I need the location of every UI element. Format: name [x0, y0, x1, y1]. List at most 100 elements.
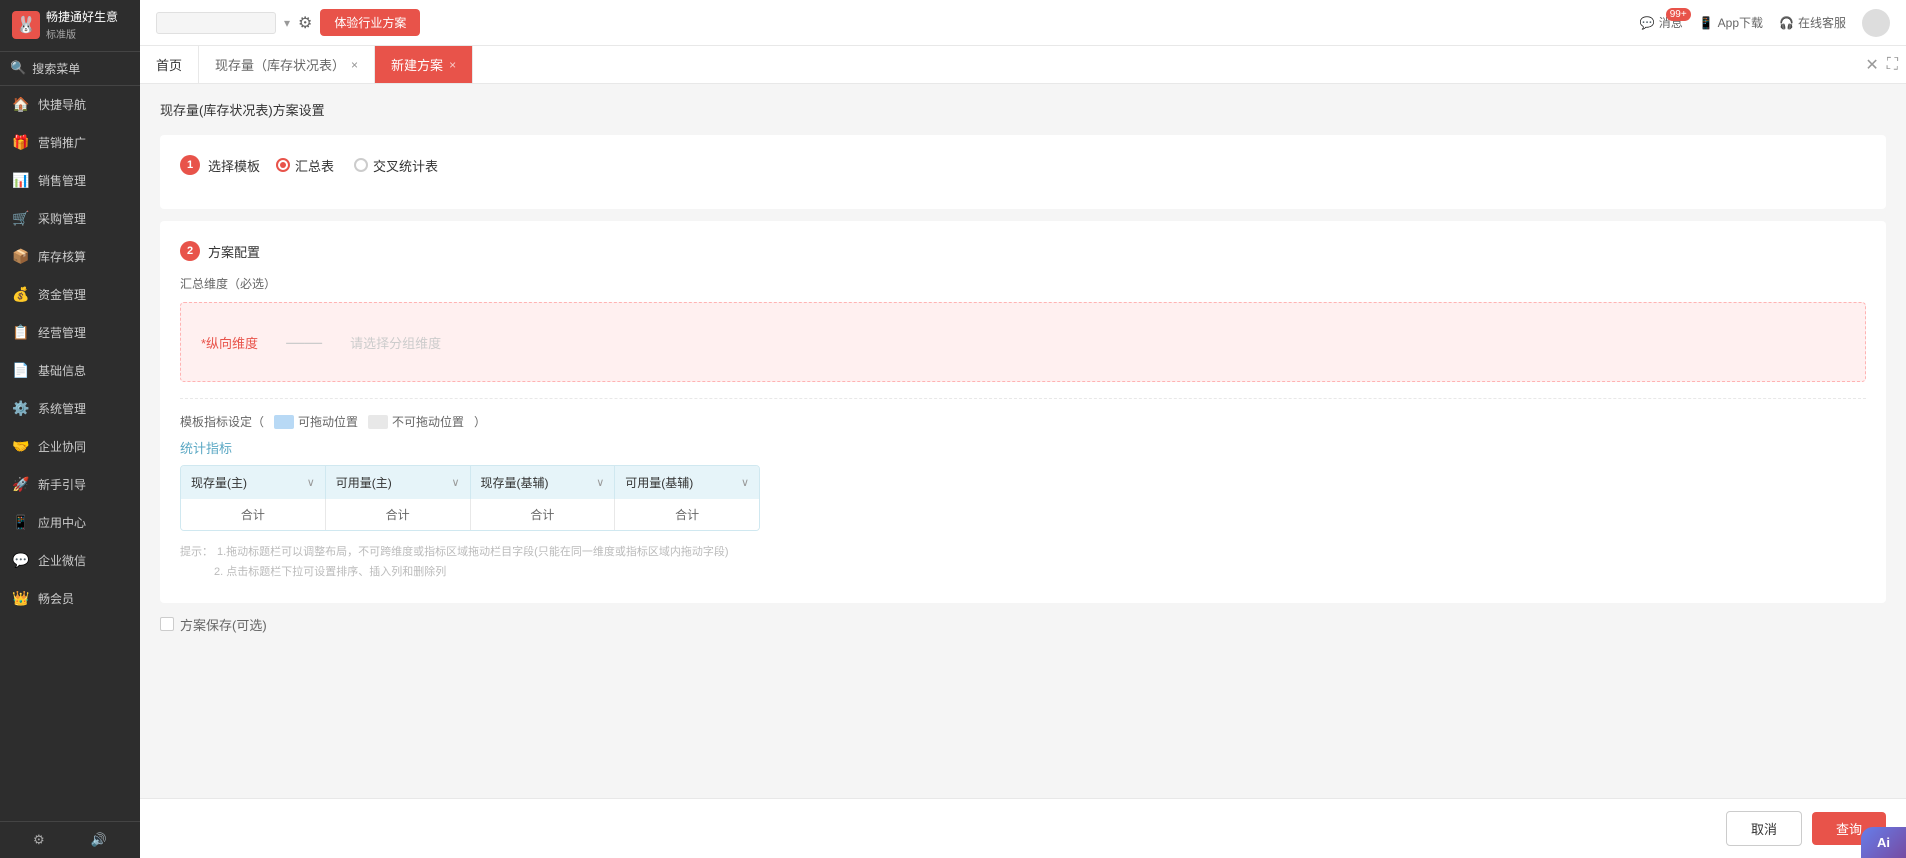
stats-col-header-2[interactable]: 可用量(主) ∨ [326, 466, 471, 499]
stats-body-col-3: 合计 [471, 499, 616, 530]
member-icon: 👑 [12, 590, 30, 608]
industry-btn[interactable]: 体验行业方案 [320, 9, 420, 36]
save-checkbox[interactable] [160, 617, 174, 631]
tip-1-text: 1.拖动标题栏可以调整布局，不可跨维度或指标区域拖动栏目字段(只能在同一维度或指… [217, 543, 729, 563]
audio-icon[interactable]: 🔊 [91, 832, 107, 848]
search-label: 搜索菜单 [32, 60, 80, 77]
stats-body-col-1: 合计 [181, 499, 326, 530]
sidebar-item-basic-info[interactable]: 📄 基础信息 [0, 352, 140, 390]
system-icon: ⚙️ [12, 400, 30, 418]
sidebar-item-operations[interactable]: 📋 经营管理 [0, 314, 140, 352]
main-area: ▾ ⚙ 体验行业方案 💬 消息 99+ 📱 App下载 🎧 在线客服 首页 [140, 0, 1906, 858]
step2-badge: 2 [180, 241, 200, 261]
topbar-search-input[interactable] [156, 12, 276, 34]
sidebar-item-inventory[interactable]: 📦 库存核算 [0, 238, 140, 276]
draggable-legend: 可拖动位置 [274, 413, 358, 430]
dash-separator: —— [286, 332, 322, 353]
stats-col-header-1[interactable]: 现存量(主) ∨ [181, 466, 326, 499]
search-menu[interactable]: 🔍 搜索菜单 [0, 52, 140, 86]
divider [180, 398, 1866, 399]
sidebar-item-wechat[interactable]: 💬 企业微信 [0, 542, 140, 580]
marketing-icon: 🎁 [12, 134, 30, 152]
settings-icon[interactable]: ⚙ [33, 832, 45, 848]
radio-summary-label: 汇总表 [295, 156, 334, 175]
app-download-item[interactable]: 📱 App下载 [1699, 14, 1763, 31]
tabs-close-all-icon[interactable]: ✕ [1865, 55, 1878, 75]
tab-inventory-close-icon[interactable]: × [351, 58, 358, 72]
col-chevron-3: ∨ [596, 476, 604, 489]
sidebar-item-guide[interactable]: 🚀 新手引导 [0, 466, 140, 504]
basic-info-icon: 📄 [12, 362, 30, 380]
step1-header: 1 选择模板 汇总表 交叉统计表 [180, 155, 1866, 175]
radio-summary[interactable]: 汇总表 [276, 156, 334, 175]
enterprise-icon: 🤝 [12, 438, 30, 456]
message-item[interactable]: 💬 消息 99+ [1640, 14, 1683, 31]
indicator-close-paren: ） [474, 413, 486, 430]
sidebar-item-member[interactable]: 👑 畅会员 [0, 580, 140, 618]
tabs-bar: 首页 现存量（库存状况表） × 新建方案 × ✕ ⛶ [140, 46, 1906, 84]
sidebar-nav: 🏠 快捷导航 🎁 营销推广 📊 销售管理 🛒 采购管理 📦 库存核算 💰 资金管… [0, 86, 140, 821]
sidebar-item-sales[interactable]: 📊 销售管理 [0, 162, 140, 200]
draggable-box [274, 415, 294, 429]
stats-table: 现存量(主) ∨ 可用量(主) ∨ 现存量(基辅) ∨ 可用量(基辅) ∨ [180, 465, 760, 531]
stats-col-header-3[interactable]: 现存量(基辅) ∨ [471, 466, 616, 499]
online-service-icon: 🎧 [1779, 16, 1794, 30]
purchase-icon: 🛒 [12, 210, 30, 228]
guide-icon: 🚀 [12, 476, 30, 494]
tab-inventory[interactable]: 现存量（库存状况表） × [199, 46, 375, 83]
tips-prefix: 提示： [180, 543, 213, 563]
stats-body-col-2: 合计 [326, 499, 471, 530]
dimension-config-area[interactable]: *纵向维度 —— 请选择分组维度 [180, 302, 1866, 382]
sidebar-item-label: 基础信息 [38, 362, 86, 379]
sidebar-item-marketing[interactable]: 🎁 营销推广 [0, 124, 140, 162]
content-area: 现存量(库存状况表)方案设置 1 选择模板 汇总表 交叉统计表 [140, 84, 1906, 798]
stats-col-label-4: 可用量(基辅) [625, 474, 693, 491]
tab-new-scheme[interactable]: 新建方案 × [375, 46, 473, 83]
radio-cross[interactable]: 交叉统计表 [354, 156, 438, 175]
finance-icon: 💰 [12, 286, 30, 304]
tabs-expand-icon[interactable]: ⛶ [1887, 56, 1898, 74]
sidebar-item-label: 经营管理 [38, 324, 86, 341]
wechat-icon: 💬 [12, 552, 30, 570]
inventory-icon: 📦 [12, 248, 30, 266]
topbar-gear-icon[interactable]: ⚙ [298, 13, 312, 33]
stats-col-header-4[interactable]: 可用量(基辅) ∨ [615, 466, 759, 499]
logo-icon: 🐰 [12, 11, 40, 39]
sidebar-item-purchase[interactable]: 🛒 采购管理 [0, 200, 140, 238]
non-draggable-legend-label: 不可拖动位置 [392, 413, 464, 430]
page-title: 现存量(库存状况表)方案设置 [160, 100, 1886, 119]
cancel-button[interactable]: 取消 [1726, 811, 1802, 846]
topbar-right: 💬 消息 99+ 📱 App下载 🎧 在线客服 [1640, 9, 1890, 37]
non-draggable-box [368, 415, 388, 429]
stats-table-header: 现存量(主) ∨ 可用量(主) ∨ 现存量(基辅) ∨ 可用量(基辅) ∨ [181, 466, 759, 499]
tab-home-label: 首页 [156, 55, 182, 74]
sidebar-item-quick-nav[interactable]: 🏠 快捷导航 [0, 86, 140, 124]
ai-float-button[interactable]: Ai [1861, 827, 1906, 858]
sidebar-item-enterprise[interactable]: 🤝 企业协同 [0, 428, 140, 466]
sidebar-item-system[interactable]: ⚙️ 系统管理 [0, 390, 140, 428]
sidebar-item-label: 新手引导 [38, 476, 86, 493]
tab-new-scheme-close-icon[interactable]: × [449, 58, 456, 72]
col-chevron-4: ∨ [741, 476, 749, 489]
user-avatar[interactable] [1862, 9, 1890, 37]
sidebar-item-label: 系统管理 [38, 400, 86, 417]
tips-section: 提示： 1.拖动标题栏可以调整布局，不可跨维度或指标区域拖动栏目字段(只能在同一… [180, 543, 1866, 583]
app-logo: 🐰 畅捷通好生意 标准版 [0, 0, 140, 52]
sidebar-item-label: 应用中心 [38, 514, 86, 531]
footer-bar: 取消 查询 [140, 798, 1906, 858]
sidebar-item-app-center[interactable]: 📱 应用中心 [0, 504, 140, 542]
online-service-item[interactable]: 🎧 在线客服 [1779, 14, 1846, 31]
online-service-label: 在线客服 [1798, 14, 1846, 31]
step1-title: 选择模板 [208, 156, 260, 175]
group-dimension-placeholder: 请选择分组维度 [350, 333, 441, 352]
indicator-setting-row: 模板指标设定（ 可拖动位置 不可拖动位置 ） [180, 413, 1866, 430]
stats-table-body: 合计 合计 合计 合计 [181, 499, 759, 530]
tab-home[interactable]: 首页 [140, 46, 199, 83]
step2-card: 2 方案配置 汇总维度（必选） *纵向维度 —— 请选择分组维度 模板指标设定（… [160, 221, 1886, 603]
operations-icon: 📋 [12, 324, 30, 342]
save-label: 方案保存(可选) [180, 615, 267, 634]
sidebar-item-finance[interactable]: 💰 资金管理 [0, 276, 140, 314]
message-badge: 99+ [1666, 8, 1691, 21]
step2-title: 方案配置 [208, 242, 260, 261]
save-checkbox-row: 方案保存(可选) [160, 615, 1886, 634]
